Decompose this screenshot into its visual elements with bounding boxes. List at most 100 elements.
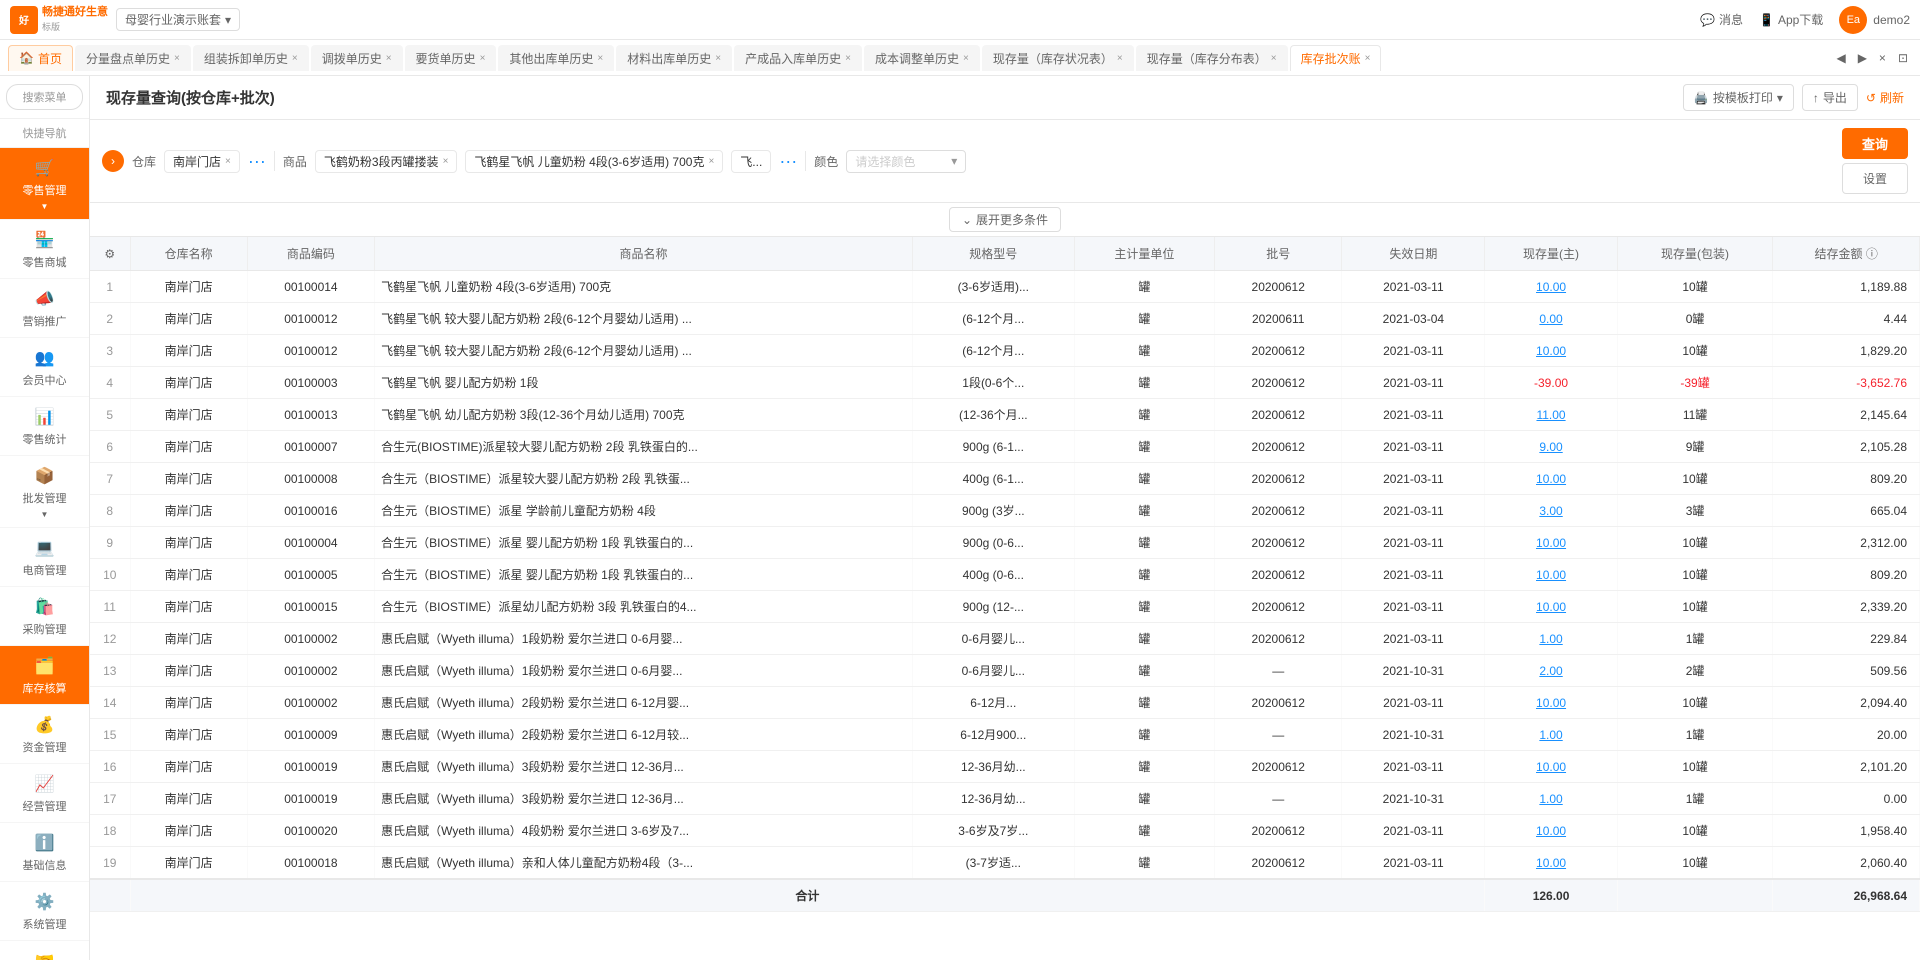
tab-chanpinruku[interactable]: 产成品入库单历史 × xyxy=(734,45,862,71)
sidebar-item-collab[interactable]: 🤝 企业协同 xyxy=(0,941,89,960)
sidebar-item-finance[interactable]: 💰 资金管理 xyxy=(0,705,89,764)
cell-qty-main[interactable]: 10.00 xyxy=(1485,335,1617,367)
row-num: 19 xyxy=(90,847,130,880)
cell-qty-main[interactable]: 10.00 xyxy=(1485,559,1617,591)
cell-qty-main[interactable]: 10.00 xyxy=(1485,527,1617,559)
cell-qty-main[interactable]: 10.00 xyxy=(1485,751,1617,783)
remove-filter-icon[interactable]: × xyxy=(708,156,714,167)
cell-qty-main[interactable]: 3.00 xyxy=(1485,495,1617,527)
close-icon[interactable]: × xyxy=(845,53,851,64)
cell-qty-main[interactable]: 10.00 xyxy=(1485,847,1617,880)
tab-cailiaochuku[interactable]: 材料出库单历史 × xyxy=(616,45,732,71)
table-container[interactable]: ⚙ 仓库名称 商品编码 商品名称 规格型号 主计量单位 批号 失效日期 现存量(… xyxy=(90,237,1920,960)
warehouse-tag-nanan[interactable]: 南岸门店 × xyxy=(164,150,240,173)
cell-code: 00100003 xyxy=(247,367,374,399)
row-num: 11 xyxy=(90,591,130,623)
tab-kucun-status[interactable]: 现存量（库存状况表） × xyxy=(982,45,1134,71)
app-download-btn[interactable]: 📱 App下载 xyxy=(1759,11,1823,28)
cell-qty-main[interactable]: 2.00 xyxy=(1485,655,1617,687)
expand-conditions-btn[interactable]: ⌄ 展开更多条件 xyxy=(949,207,1061,232)
nav-right-arrow[interactable]: ▶ xyxy=(1854,49,1871,67)
close-icon[interactable]: × xyxy=(715,53,721,64)
sidebar-item-system[interactable]: ⚙️ 系统管理 xyxy=(0,882,89,941)
sidebar-item-inventory[interactable]: 🗂️ 库存核算 xyxy=(0,646,89,705)
cell-batch: 20200612 xyxy=(1214,527,1341,559)
cell-name: 飞鹤星飞帆 较大婴儿配方奶粉 2段(6-12个月婴幼儿适用) ... xyxy=(375,303,913,335)
filter-expand-btn[interactable]: › xyxy=(102,150,124,172)
settings-gear-icon[interactable]: ⚙ xyxy=(104,247,115,261)
close-icon[interactable]: × xyxy=(386,53,392,64)
nav-expand-icon[interactable]: ⊡ xyxy=(1894,49,1912,67)
cell-warehouse: 南岸门店 xyxy=(130,559,247,591)
color-select[interactable]: 请选择颜色 ▾ xyxy=(846,150,966,173)
close-icon[interactable]: × xyxy=(1271,53,1277,64)
user-area[interactable]: Ea demo2 xyxy=(1839,6,1910,34)
cell-qty-main[interactable]: 10.00 xyxy=(1485,591,1617,623)
close-icon[interactable]: × xyxy=(963,53,969,64)
cell-qty-pkg: 9罐 xyxy=(1617,431,1773,463)
tab-home[interactable]: 🏠 首页 xyxy=(8,45,73,71)
tab-kucun-pici[interactable]: 库存批次账 × xyxy=(1290,45,1382,71)
product-tag-1[interactable]: 飞鹤奶粉3段丙罐搂装 × xyxy=(315,150,458,173)
close-icon[interactable]: × xyxy=(174,53,180,64)
more-options-icon[interactable]: ··· xyxy=(248,151,266,172)
cell-batch: 20200612 xyxy=(1214,463,1341,495)
cell-code: 00100012 xyxy=(247,335,374,367)
close-icon[interactable]: × xyxy=(480,53,486,64)
cell-qty-main[interactable]: 9.00 xyxy=(1485,431,1617,463)
sidebar-item-mall[interactable]: 🏪 零售商城 xyxy=(0,220,89,279)
tab-zuzhuangchaijian[interactable]: 组装拆卸单历史 × xyxy=(193,45,309,71)
tab-yaohuo[interactable]: 要货单历史 × xyxy=(405,45,497,71)
cell-qty-main[interactable]: -39.00 xyxy=(1485,367,1617,399)
cell-qty-main[interactable]: 10.00 xyxy=(1485,815,1617,847)
sidebar-item-basic[interactable]: ℹ️ 基础信息 xyxy=(0,823,89,882)
remove-filter-icon[interactable]: × xyxy=(443,156,449,167)
col-settings[interactable]: ⚙ xyxy=(90,237,130,271)
row-num: 2 xyxy=(90,303,130,335)
cell-qty-main[interactable]: 10.00 xyxy=(1485,271,1617,303)
close-icon[interactable]: × xyxy=(1117,53,1123,64)
quick-nav-btn[interactable]: 快捷导航 xyxy=(0,119,89,148)
cell-qty-main[interactable]: 1.00 xyxy=(1485,719,1617,751)
search-menu-btn[interactable]: 搜索菜单 xyxy=(6,84,83,110)
cell-qty-main[interactable]: 1.00 xyxy=(1485,623,1617,655)
product-tag-3[interactable]: 飞... xyxy=(731,150,771,173)
cell-qty-main[interactable]: 0.00 xyxy=(1485,303,1617,335)
close-icon[interactable]: × xyxy=(1365,53,1371,64)
settings-btn[interactable]: 设置 xyxy=(1842,163,1908,194)
sidebar-item-ecom[interactable]: 💻 电商管理 xyxy=(0,528,89,587)
cell-spec: 400g (6-1... xyxy=(912,463,1074,495)
tab-kucun-dist[interactable]: 现存量（库存分布表） × xyxy=(1136,45,1288,71)
tab-fenliangpandian[interactable]: 分量盘点单历史 × xyxy=(75,45,191,71)
sidebar-item-marketing[interactable]: 📣 营销推广 xyxy=(0,279,89,338)
system-icon: ⚙️ xyxy=(35,892,55,912)
export-btn[interactable]: ↑ 导出 xyxy=(1802,84,1858,111)
query-btn[interactable]: 查询 xyxy=(1842,128,1908,159)
remove-filter-icon[interactable]: × xyxy=(225,156,231,167)
tab-qitachuku[interactable]: 其他出库单历史 × xyxy=(498,45,614,71)
sidebar-item-retail-stats[interactable]: 📊 零售统计 xyxy=(0,397,89,456)
template-print-btn[interactable]: 🖨️ 按模板打印 ▾ xyxy=(1683,84,1794,111)
close-icon[interactable]: × xyxy=(597,53,603,64)
message-btn[interactable]: 💬 消息 xyxy=(1700,11,1743,28)
sidebar-item-member[interactable]: 👥 会员中心 xyxy=(0,338,89,397)
cell-qty-main[interactable]: 10.00 xyxy=(1485,687,1617,719)
cell-qty-pkg: 2罐 xyxy=(1617,655,1773,687)
close-icon[interactable]: × xyxy=(292,53,298,64)
company-select[interactable]: 母婴行业演示账套 ▾ xyxy=(116,8,240,31)
tab-diaobodang[interactable]: 调拨单历史 × xyxy=(311,45,403,71)
cell-qty-main[interactable]: 11.00 xyxy=(1485,399,1617,431)
product-tag-2[interactable]: 飞鹤星飞帆 儿童奶粉 4段(3-6岁适用) 700克 × xyxy=(465,150,723,173)
cell-warehouse: 南岸门店 xyxy=(130,783,247,815)
sidebar-item-retail[interactable]: 🛒 零售管理 ▼ xyxy=(0,148,89,220)
sidebar-item-operation[interactable]: 📈 经营管理 xyxy=(0,764,89,823)
product-more-icon[interactable]: ··· xyxy=(779,151,797,172)
cell-qty-main[interactable]: 1.00 xyxy=(1485,783,1617,815)
sidebar-item-purchase[interactable]: 🛍️ 采购管理 xyxy=(0,587,89,646)
nav-close-icon[interactable]: × xyxy=(1875,49,1890,67)
cell-qty-main[interactable]: 10.00 xyxy=(1485,463,1617,495)
refresh-btn[interactable]: ↺ 刷新 xyxy=(1866,89,1904,106)
sidebar-item-wholesale[interactable]: 📦 批发管理 ▼ xyxy=(0,456,89,528)
tab-chenben[interactable]: 成本调整单历史 × xyxy=(864,45,980,71)
nav-left-arrow[interactable]: ◀ xyxy=(1832,49,1849,67)
